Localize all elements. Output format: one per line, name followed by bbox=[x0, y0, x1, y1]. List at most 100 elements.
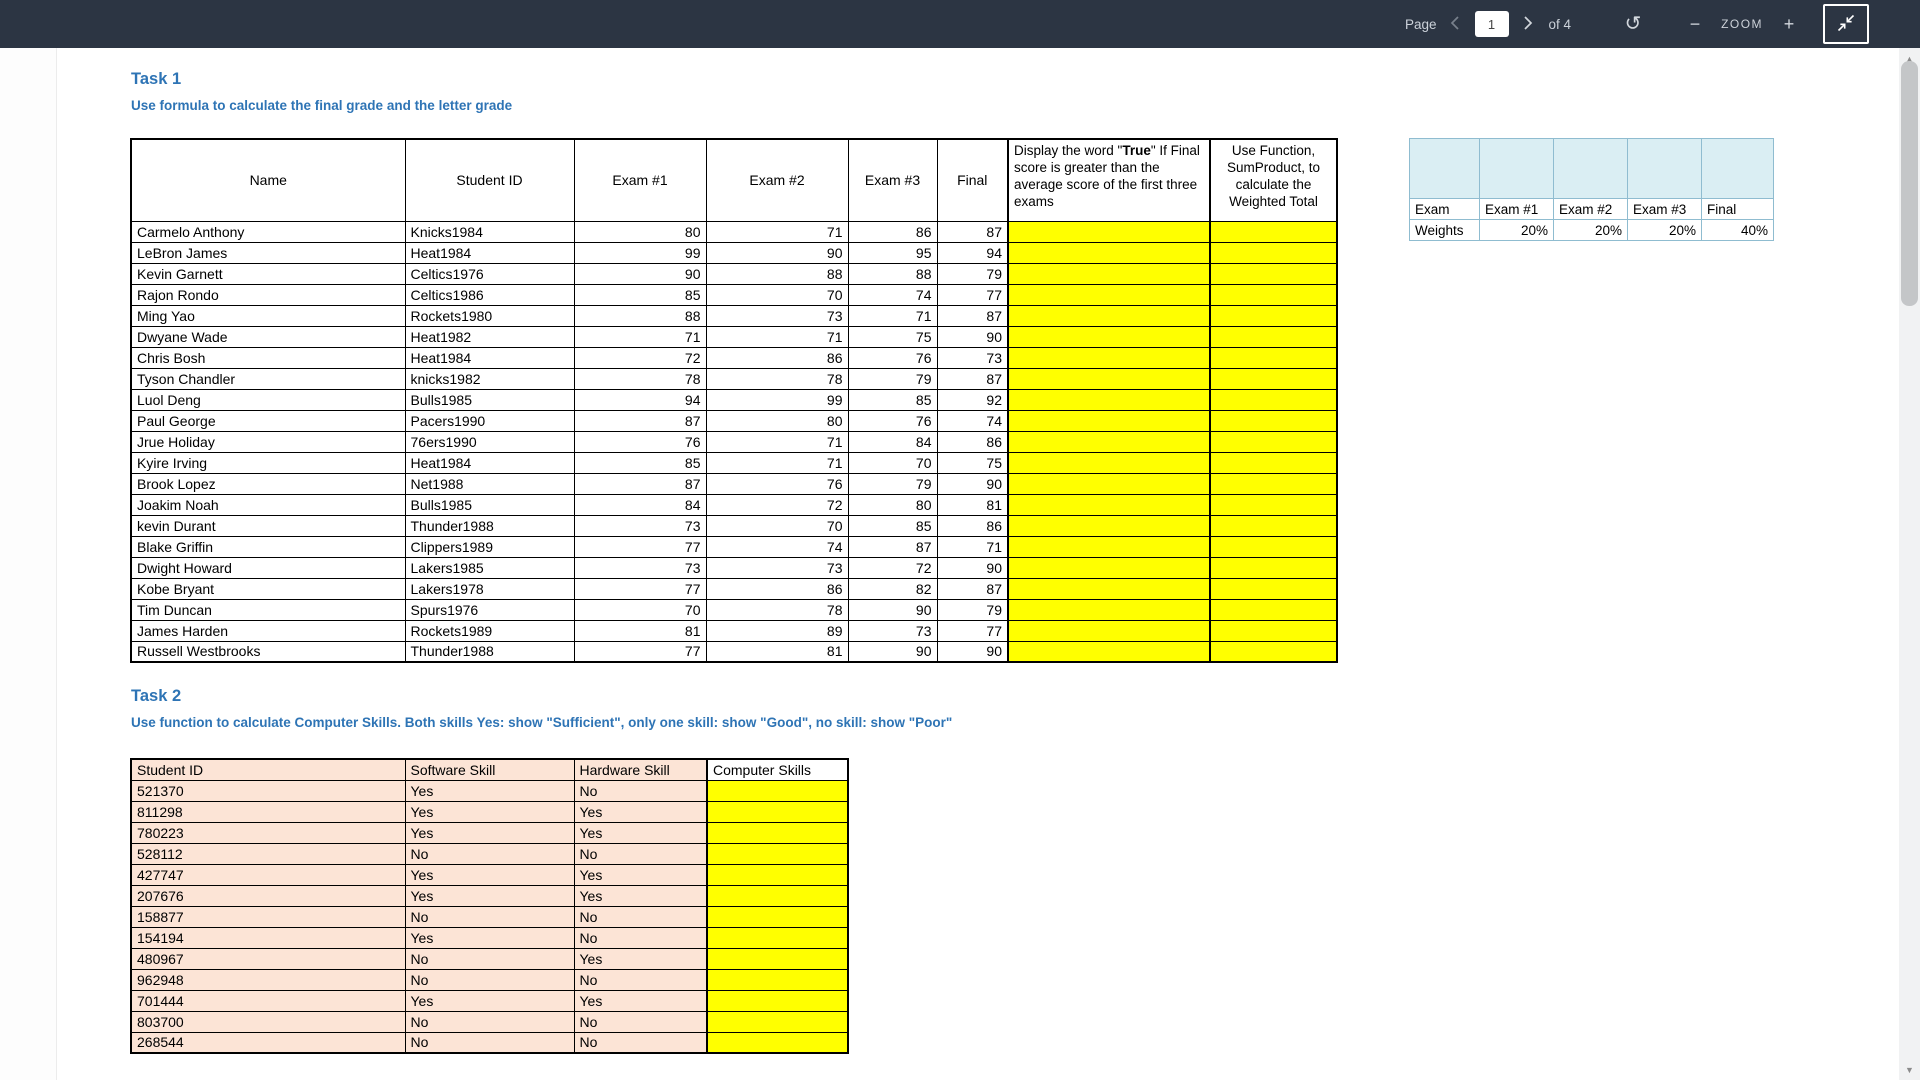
prev-page-button[interactable] bbox=[1447, 12, 1463, 36]
weighted-total-cell bbox=[1209, 241, 1338, 264]
true-result-cell bbox=[1007, 514, 1211, 537]
task1-row: LeBron James Heat1984 99 90 95 94 bbox=[130, 241, 1338, 264]
task1-cell: 70 bbox=[847, 451, 938, 474]
page-label: Page bbox=[1405, 16, 1437, 32]
task1-cell: 87 bbox=[936, 304, 1009, 327]
scrollbar-thumb[interactable] bbox=[1901, 61, 1918, 306]
task1-cell: Joakim Noah bbox=[130, 493, 406, 516]
weights-band-cell bbox=[1553, 138, 1628, 199]
task1-cell: Clippers1989 bbox=[404, 535, 575, 558]
task1-row: Joakim Noah Bulls1985 84 72 80 81 bbox=[130, 493, 1338, 516]
task1-cell: Knicks1984 bbox=[404, 220, 575, 243]
task1-cell: 73 bbox=[936, 346, 1009, 369]
task2-row: 962948 No No bbox=[130, 968, 849, 991]
task1-row: Kevin Garnett Celtics1976 90 88 88 79 bbox=[130, 262, 1338, 285]
task1-cell: 86 bbox=[705, 577, 849, 600]
task2-header-studentid: Student ID bbox=[130, 758, 406, 781]
chevron-left-icon bbox=[1450, 15, 1459, 33]
task1-cell: 86 bbox=[936, 514, 1009, 537]
task1-row: Ming Yao Rockets1980 88 73 71 87 bbox=[130, 304, 1338, 327]
task1-subtitle: Use formula to calculate the final grade… bbox=[131, 98, 513, 113]
task2-row: 701444 Yes Yes bbox=[130, 989, 849, 1012]
computer-skills-cell bbox=[706, 989, 849, 1012]
task1-cell: 86 bbox=[705, 346, 849, 369]
task1-cell: Bulls1985 bbox=[404, 388, 575, 411]
task1-row: Jrue Holiday 76ers1990 76 71 84 86 bbox=[130, 430, 1338, 453]
weighted-total-cell bbox=[1209, 262, 1338, 285]
task1-cell: 85 bbox=[847, 514, 938, 537]
task1-cell: Rockets1980 bbox=[404, 304, 575, 327]
task2-cell: 803700 bbox=[130, 1010, 406, 1033]
task1-row: Carmelo Anthony Knicks1984 80 71 86 87 bbox=[130, 220, 1338, 243]
task2-cell: No bbox=[404, 842, 575, 865]
task1-cell: 84 bbox=[573, 493, 707, 516]
zoom-out-button[interactable]: − bbox=[1687, 11, 1703, 37]
true-result-cell bbox=[1007, 472, 1211, 495]
task1-cell: 76 bbox=[705, 472, 849, 495]
task1-cell: 79 bbox=[936, 262, 1009, 285]
task1-cell: 99 bbox=[573, 241, 707, 264]
true-result-cell bbox=[1007, 556, 1211, 579]
task2-cell: Yes bbox=[404, 926, 575, 949]
true-result-cell bbox=[1007, 283, 1211, 306]
weighted-total-cell bbox=[1209, 577, 1338, 600]
task2-cell: No bbox=[404, 1031, 575, 1054]
task1-cell: 71 bbox=[573, 325, 707, 348]
weighted-total-cell bbox=[1209, 346, 1338, 369]
task1-cell: 90 bbox=[936, 640, 1009, 663]
task2-cell: Yes bbox=[404, 989, 575, 1012]
task2-row: 528112 No No bbox=[130, 842, 849, 865]
task1-cell: 71 bbox=[936, 535, 1009, 558]
task1-cell: 81 bbox=[573, 619, 707, 642]
weighted-total-cell bbox=[1209, 430, 1338, 453]
task2-cell: 480967 bbox=[130, 947, 406, 970]
chevron-right-icon bbox=[1524, 15, 1533, 33]
task1-row: Dwight Howard Lakers1985 73 73 72 90 bbox=[130, 556, 1338, 579]
task2-cell: No bbox=[573, 1031, 708, 1054]
task2-cell: Yes bbox=[404, 884, 575, 907]
task1-cell: 75 bbox=[936, 451, 1009, 474]
scroll-down-arrow-icon[interactable]: ▼ bbox=[1899, 1059, 1920, 1080]
next-page-button[interactable] bbox=[1521, 12, 1537, 36]
page-number-input[interactable] bbox=[1474, 11, 1509, 37]
task2-row: 780223 Yes Yes bbox=[130, 821, 849, 844]
collapse-view-button[interactable] bbox=[1823, 4, 1870, 44]
true-result-cell bbox=[1007, 409, 1211, 432]
task2-cell: 962948 bbox=[130, 968, 406, 991]
task2-cell: No bbox=[573, 968, 708, 991]
true-result-cell bbox=[1007, 304, 1211, 327]
page-left-gutter bbox=[0, 48, 57, 1080]
task2-cell: 154194 bbox=[130, 926, 406, 949]
task1-cell: 74 bbox=[847, 283, 938, 306]
task1-cell: Heat1982 bbox=[404, 325, 575, 348]
task1-cell: 88 bbox=[573, 304, 707, 327]
task1-cell: 78 bbox=[705, 367, 849, 390]
task1-cell: 87 bbox=[847, 535, 938, 558]
task1-row: Rajon Rondo Celtics1986 85 70 74 77 bbox=[130, 283, 1338, 306]
vertical-scrollbar[interactable]: ▲ ▼ bbox=[1899, 48, 1920, 1080]
task1-header-final: Final bbox=[936, 138, 1009, 222]
task1-cell: LeBron James bbox=[130, 241, 406, 264]
task2-cell: 207676 bbox=[130, 884, 406, 907]
weights-label-row: Exam Exam #1 Exam #2 Exam #3 Final bbox=[1409, 198, 1774, 220]
task1-row: Luol Deng Bulls1985 94 99 85 92 bbox=[130, 388, 1338, 411]
weighted-total-cell bbox=[1209, 451, 1338, 474]
computer-skills-cell bbox=[706, 800, 849, 823]
task1-cell: 71 bbox=[705, 451, 849, 474]
task1-cell: Dwyane Wade bbox=[130, 325, 406, 348]
task2-cell: Yes bbox=[573, 989, 708, 1012]
task1-row: Paul George Pacers1990 87 80 76 74 bbox=[130, 409, 1338, 432]
task1-cell: 90 bbox=[936, 472, 1009, 495]
task2-cell: Yes bbox=[573, 863, 708, 886]
task1-cell: 90 bbox=[936, 556, 1009, 579]
task1-cell: Luol Deng bbox=[130, 388, 406, 411]
rotate-button[interactable]: ↺ bbox=[1621, 9, 1645, 39]
zoom-in-button[interactable]: + bbox=[1781, 11, 1797, 37]
task1-cell: 77 bbox=[573, 535, 707, 558]
collapse-arrows-icon bbox=[1837, 14, 1855, 35]
task1-title: Task 1 bbox=[131, 70, 182, 88]
task1-header-weighted: Use Function, SumProduct, to calculate t… bbox=[1209, 138, 1338, 222]
task1-cell: 77 bbox=[936, 619, 1009, 642]
task1-cell: 80 bbox=[847, 493, 938, 516]
task1-cell: 73 bbox=[573, 514, 707, 537]
